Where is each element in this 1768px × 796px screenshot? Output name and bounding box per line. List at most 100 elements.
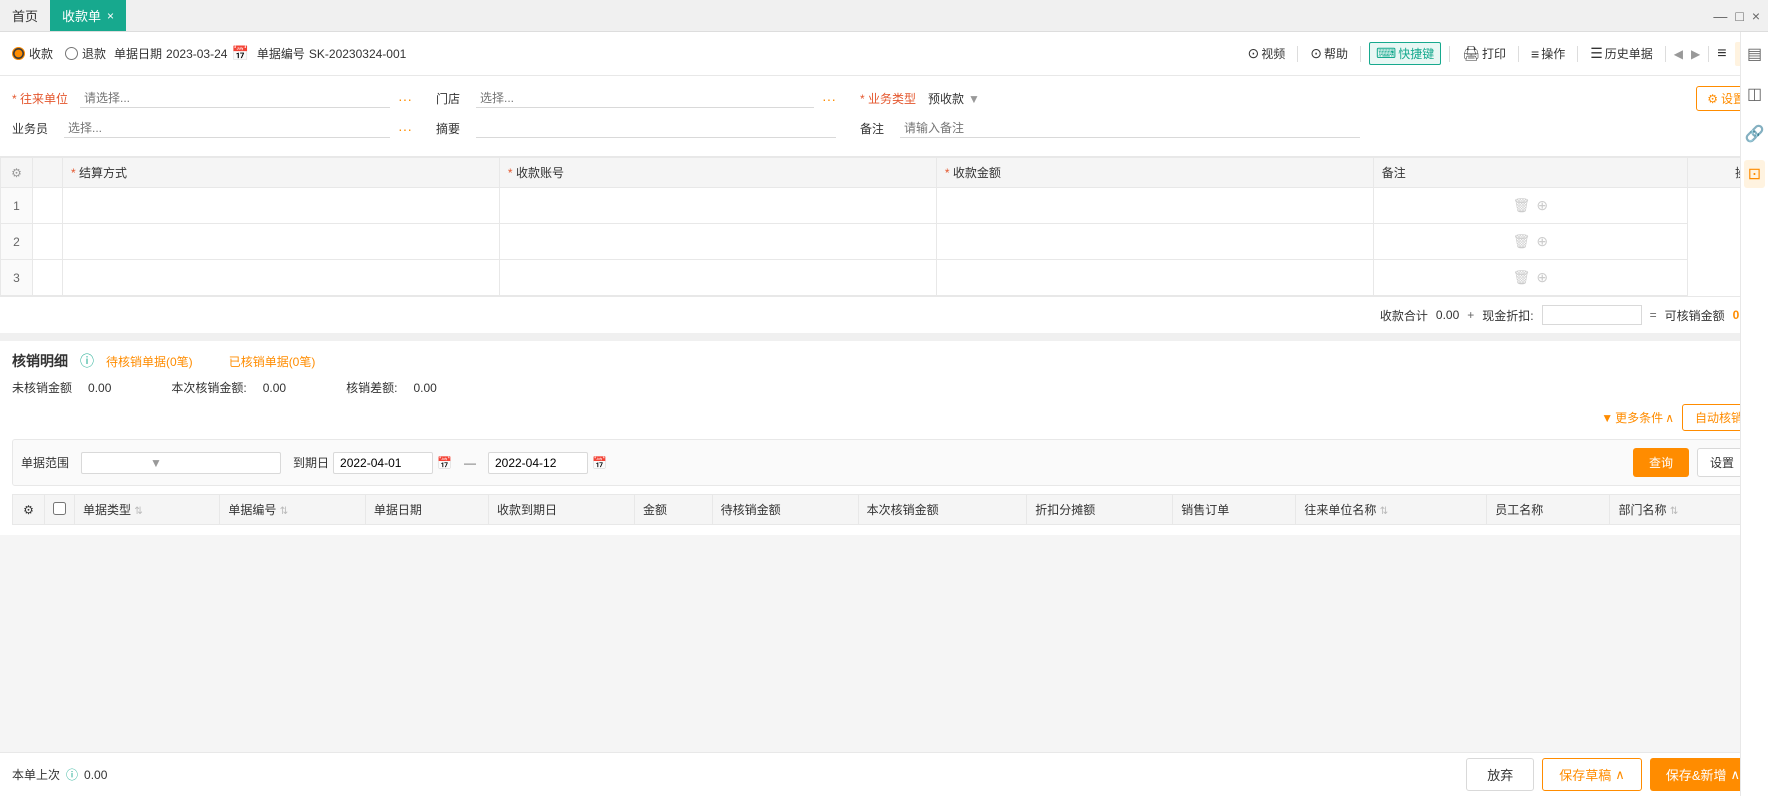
business-type-chevron[interactable]: ▼	[968, 92, 980, 106]
form-row-2: 业务员 ··· 摘要 备注	[12, 119, 1756, 138]
verify-th-due-date: 收款到期日	[489, 495, 635, 525]
video-button[interactable]: ⊙ 视频	[1243, 43, 1289, 64]
row-1-amount[interactable]	[499, 188, 936, 224]
pending-tab[interactable]: 待核销单据(0笔)	[106, 353, 193, 370]
store-more-icon[interactable]: ···	[822, 91, 836, 107]
verify-dept-sort[interactable]: ⇅	[1670, 506, 1678, 517]
salesperson-more-icon[interactable]: ···	[398, 121, 412, 137]
discount-label: 现金折扣:	[1482, 307, 1533, 324]
nav-next-icon[interactable]: ▶	[1691, 47, 1700, 61]
refund-radio[interactable]: 退款	[65, 45, 106, 62]
row-3-settlement[interactable]	[33, 260, 63, 296]
row-2-settlement[interactable]	[33, 224, 63, 260]
verify-type-sort[interactable]: ⇅	[134, 506, 142, 517]
row-2-delete-btn[interactable]: 🗑	[1513, 233, 1531, 250]
print-button[interactable]: 🖨 打印	[1458, 43, 1510, 64]
history-label: 历史单据	[1605, 45, 1653, 62]
date-from-calendar-icon[interactable]: 📅	[437, 456, 452, 470]
row-1-remark[interactable]	[936, 188, 1373, 224]
row-2-amount[interactable]	[499, 224, 936, 260]
remark-input[interactable]	[900, 119, 1360, 138]
row-3-delete-btn[interactable]: 🗑	[1513, 269, 1531, 286]
more-conditions-btn[interactable]: ▼ 更多条件 ∧	[1601, 409, 1674, 426]
counterpart-more-icon[interactable]: ···	[398, 91, 412, 107]
query-button[interactable]: 查询	[1633, 448, 1689, 477]
row-3-remark[interactable]	[936, 260, 1373, 296]
window-minimize-icon[interactable]: —	[1713, 8, 1727, 24]
save-draft-button[interactable]: 保存草稿 ∧	[1542, 758, 1642, 791]
receive-radio-input[interactable]	[12, 47, 25, 60]
help-button[interactable]: ⊙ 帮助	[1306, 43, 1352, 64]
verify-type-label: 单据类型	[83, 503, 131, 517]
equals-sign: =	[1650, 308, 1657, 322]
date-to-calendar-icon[interactable]: 📅	[592, 456, 607, 470]
row-2-account[interactable]	[63, 224, 500, 260]
row-1-account[interactable]	[63, 188, 500, 224]
save-draft-chevron: ∧	[1615, 767, 1625, 783]
range-select[interactable]: ▼	[81, 452, 281, 474]
verify-th-dept: 部门名称 ⇅	[1610, 495, 1756, 525]
number-value[interactable]: SK-20230324-001	[309, 47, 406, 61]
row-2-remark[interactable]	[936, 224, 1373, 260]
row-3-copy-btn[interactable]: ⊕	[1536, 269, 1548, 286]
counterpart-input[interactable]	[80, 89, 390, 108]
window-maximize-icon[interactable]: □	[1735, 8, 1743, 24]
sidebar-table-icon[interactable]: ▤	[1743, 40, 1766, 68]
diff-value: 0.00	[413, 381, 436, 395]
table-gear-header[interactable]: ⚙	[1, 158, 33, 188]
query-label: 查询	[1649, 456, 1673, 470]
verified-tab[interactable]: 已核销单据(0笔)	[229, 353, 316, 370]
sidebar-link-icon[interactable]: 🔗	[1741, 120, 1768, 148]
verify-th-gear[interactable]: ⚙	[13, 495, 45, 525]
date-from-input[interactable]	[333, 452, 433, 474]
filter-right: 查询 设置	[1633, 448, 1747, 477]
row-2-copy-btn[interactable]: ⊕	[1536, 233, 1548, 250]
window-close-icon[interactable]: ×	[1752, 8, 1760, 24]
row-3-account[interactable]	[63, 260, 500, 296]
row-3-amount[interactable]	[499, 260, 936, 296]
row-1-copy-btn[interactable]: ⊕	[1536, 197, 1548, 214]
row-1-delete-btn[interactable]: 🗑	[1513, 197, 1531, 214]
row-1-settlement[interactable]	[33, 188, 63, 224]
operation-button[interactable]: ≡ 操作	[1527, 43, 1569, 64]
date-to-input[interactable]	[488, 452, 588, 474]
salesperson-input[interactable]	[64, 119, 390, 138]
discount-input[interactable]	[1542, 305, 1642, 325]
verify-info-icon[interactable]: ⓘ	[80, 351, 94, 371]
summary-input[interactable]	[476, 119, 836, 138]
date-value[interactable]: 2023-03-24	[166, 47, 227, 61]
history-button[interactable]: ☰ 历史单据	[1586, 43, 1657, 64]
verify-select-all[interactable]	[53, 502, 66, 515]
tab-bar-right: — □ ×	[1713, 8, 1768, 24]
table-remark-header: 备注	[1373, 158, 1687, 188]
row-1-num: 1	[1, 188, 33, 224]
account-required-star: *	[508, 166, 513, 180]
verify-th-checkbox[interactable]	[45, 495, 75, 525]
nav-prev-icon[interactable]: ◀	[1674, 47, 1683, 61]
current-verify-value: 0.00	[263, 381, 286, 395]
refund-radio-input[interactable]	[65, 47, 78, 60]
sidebar-expand-icon[interactable]: ⊡	[1744, 160, 1765, 188]
verify-number-sort[interactable]: ⇅	[280, 506, 288, 517]
bottom-info-icon[interactable]: ⓘ	[66, 766, 78, 783]
receive-radio[interactable]: 收款	[12, 45, 53, 62]
verify-counterpart-sort[interactable]: ⇅	[1380, 506, 1388, 517]
verify-th-counterpart: 往来单位名称 ⇅	[1296, 495, 1487, 525]
table-gear-icon[interactable]: ⚙	[11, 166, 22, 180]
amount-required-star: *	[945, 166, 950, 180]
sidebar-doc-icon[interactable]: ◫	[1743, 80, 1766, 108]
verify-table-header-row: ⚙ 单据类型 ⇅ 单据编号 ⇅ 单据日期 收款到期日	[13, 495, 1756, 525]
help-label: 帮助	[1324, 45, 1348, 62]
table-remark-label: 备注	[1382, 166, 1406, 180]
bottom-value: 0.00	[84, 768, 107, 782]
shortcut-button[interactable]: ⌨ 快捷键	[1369, 42, 1441, 65]
store-input[interactable]	[476, 89, 814, 108]
tab-close-icon[interactable]: ×	[107, 9, 114, 23]
abandon-button[interactable]: 放弃	[1466, 758, 1534, 791]
calendar-icon[interactable]: 📅	[231, 45, 248, 62]
tab-home[interactable]: 首页	[0, 0, 50, 31]
list-view-icon[interactable]: ≡	[1717, 45, 1726, 63]
range-label: 单据范围	[21, 454, 69, 471]
tab-receipt[interactable]: 收款单 ×	[50, 0, 126, 31]
tab-separator	[205, 353, 217, 370]
